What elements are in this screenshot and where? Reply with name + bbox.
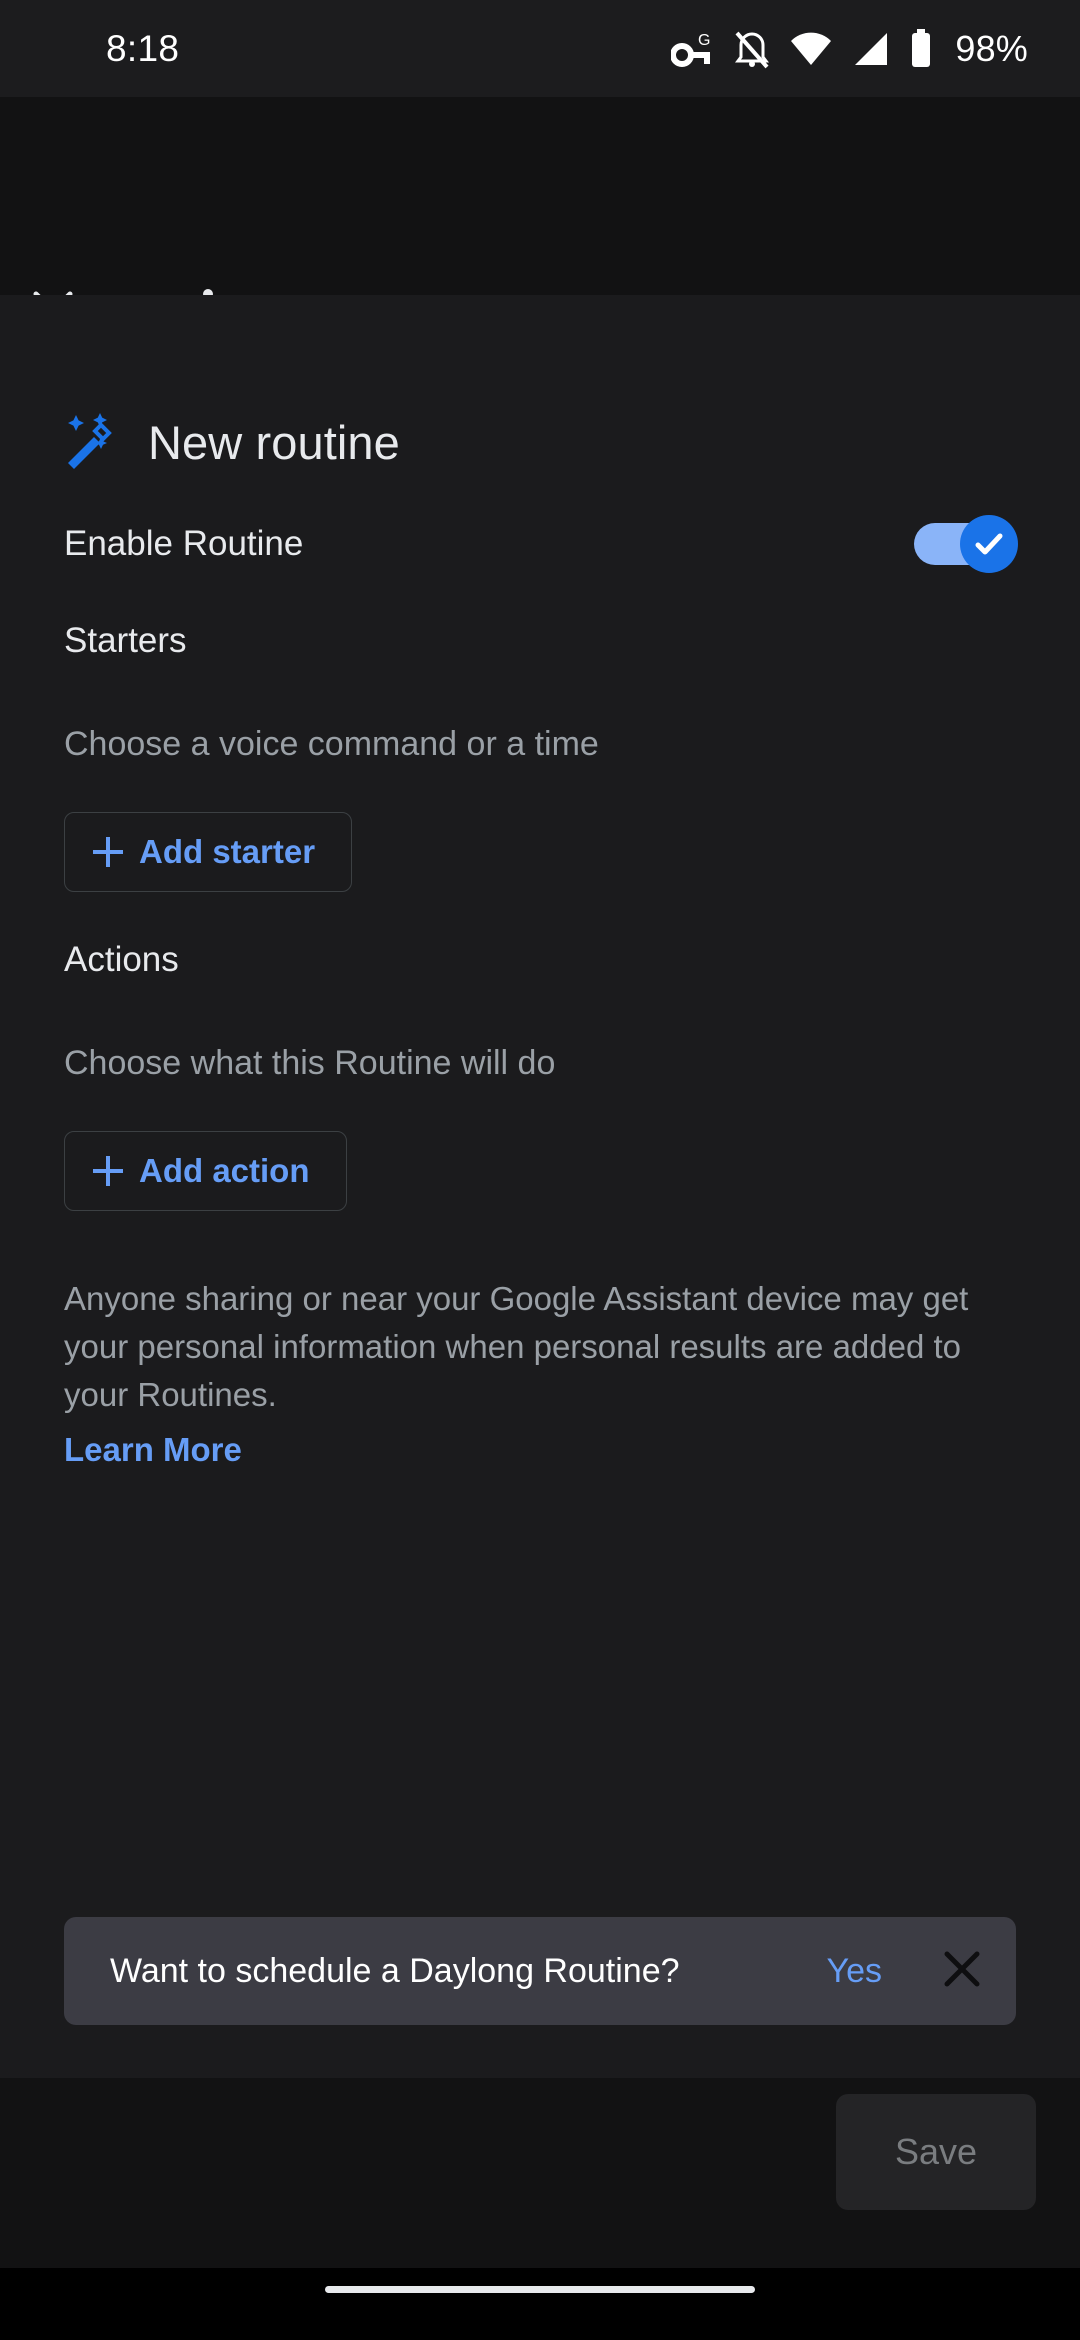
plus-icon (93, 1156, 123, 1186)
bottom-action-bar: Save (0, 2078, 1080, 2268)
wifi-icon (789, 31, 833, 67)
save-button[interactable]: Save (836, 2094, 1036, 2210)
svg-text:G: G (698, 32, 710, 49)
notifications-off-icon (733, 29, 771, 69)
home-indicator[interactable] (325, 2286, 755, 2293)
status-time: 8:18 (106, 28, 180, 69)
magic-wand-icon (64, 413, 122, 471)
enable-routine-row[interactable]: Enable Routine (0, 515, 1080, 573)
page-title-row: New routine (0, 295, 1080, 471)
close-icon (938, 1945, 986, 1998)
page-title: New routine (148, 415, 400, 469)
toggle-thumb (960, 515, 1018, 573)
vpn-key-g-icon: G (671, 29, 715, 69)
starters-subtitle: Choose a voice command or a time (64, 725, 599, 763)
enable-routine-label: Enable Routine (64, 524, 304, 563)
add-action-label: Add action (139, 1152, 310, 1189)
status-bar: 8:18 G 98% (0, 0, 1080, 97)
daylong-routine-snackbar: Want to schedule a Daylong Routine? Yes (64, 1917, 1016, 2025)
cell-signal-icon (851, 31, 891, 67)
personal-results-disclaimer: Anyone sharing or near your Google Assis… (64, 1280, 969, 1413)
learn-more-link[interactable]: Learn More (0, 1431, 306, 1469)
battery-percent-label: 98% (955, 27, 1028, 69)
starters-heading: Starters (64, 621, 187, 660)
system-navigation-bar (0, 2268, 1080, 2340)
plus-icon (93, 837, 123, 867)
add-action-button[interactable]: Add action (64, 1131, 347, 1211)
status-icon-group: G 98% (671, 28, 1028, 70)
battery-icon (909, 28, 933, 69)
phone-screen: 8:18 G 98% New routine Enable Routine St… (0, 0, 1080, 2340)
routine-content: New routine Enable Routine Starters Choo… (0, 295, 1080, 2078)
snackbar-dismiss-button[interactable] (934, 1943, 990, 1999)
snackbar-yes-button[interactable]: Yes (821, 1951, 888, 1992)
snackbar-message: Want to schedule a Daylong Routine? (110, 1951, 680, 1990)
enable-routine-toggle[interactable] (914, 515, 1018, 573)
add-starter-button[interactable]: Add starter (64, 812, 353, 892)
actions-heading: Actions (64, 940, 179, 979)
check-icon (975, 533, 1003, 555)
add-starter-label: Add starter (139, 833, 316, 870)
actions-subtitle: Choose what this Routine will do (64, 1044, 556, 1082)
app-bar (0, 97, 1080, 337)
